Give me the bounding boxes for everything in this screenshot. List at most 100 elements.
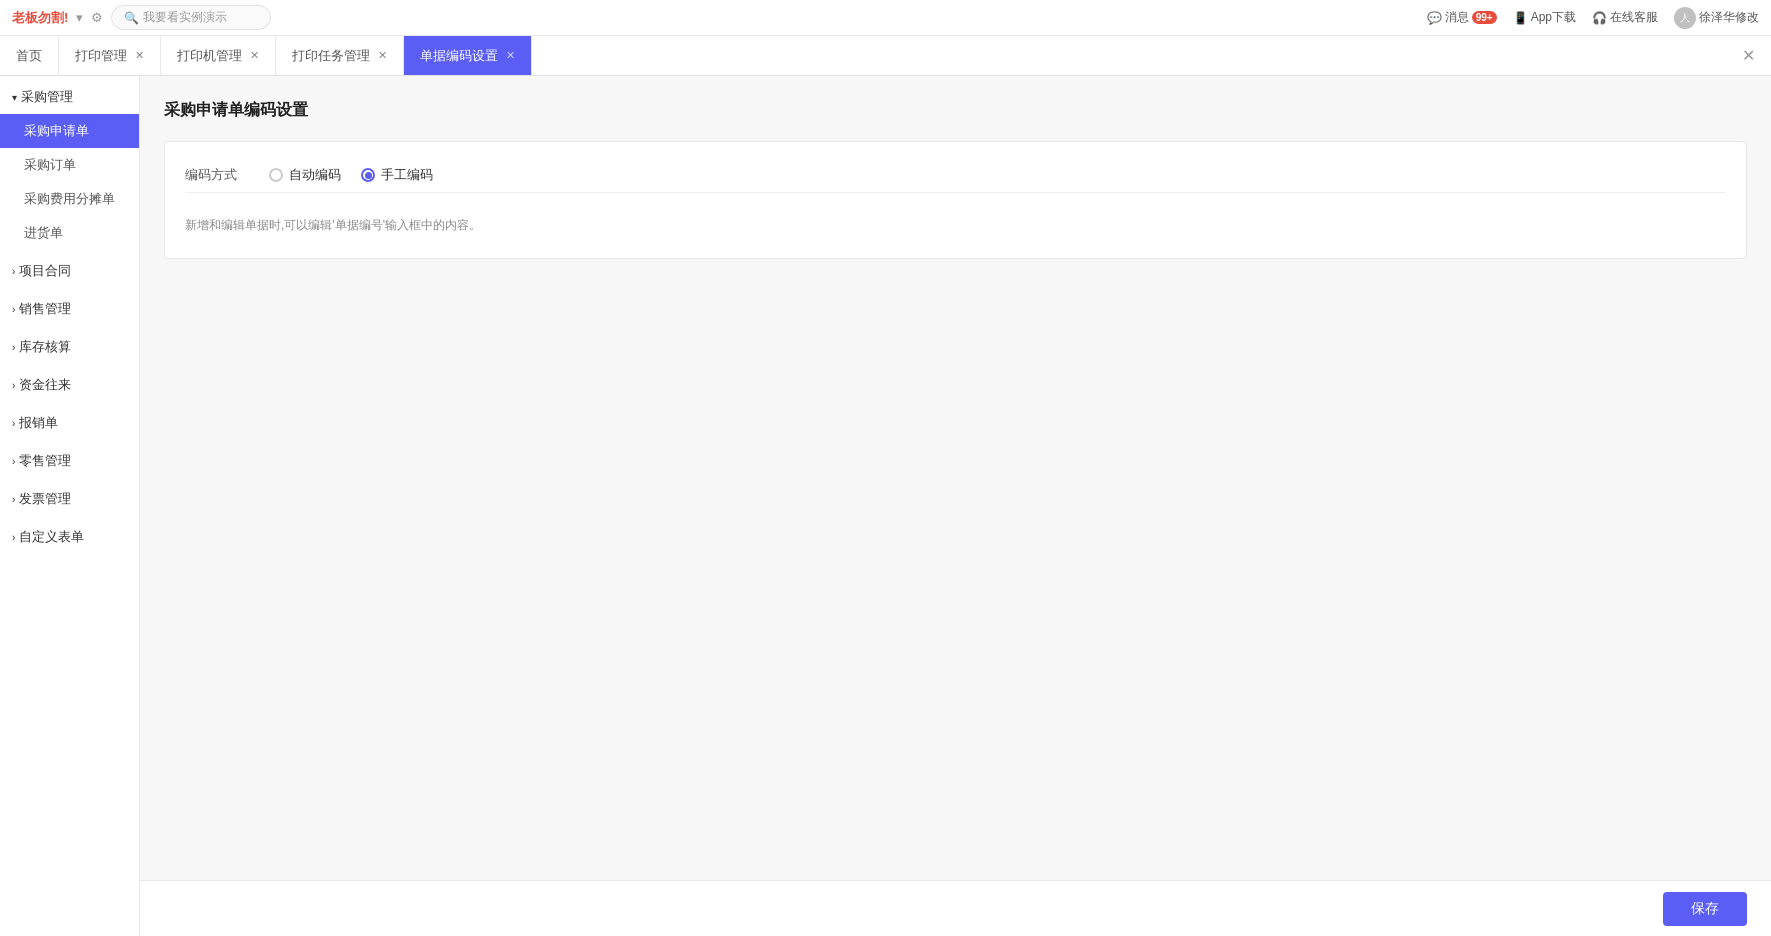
search-placeholder: 我要看实例演示 — [143, 9, 227, 26]
tab-print-task-mgmt-label: 打印任务管理 — [292, 47, 370, 65]
sidebar-group-purchase-title[interactable]: ▾ 采购管理 — [0, 80, 139, 114]
sidebar-group-expense-report: › 报销单 — [0, 406, 139, 440]
sidebar-group-capital: › 资金往来 — [0, 368, 139, 402]
tab-print-task-mgmt-close[interactable]: ✕ — [378, 49, 387, 62]
sidebar-item-purchase-expense[interactable]: 采购费用分摊单 — [0, 182, 139, 216]
tab-print-mgmt-close[interactable]: ✕ — [135, 49, 144, 62]
app-download-item[interactable]: 📱 App下载 — [1513, 9, 1576, 26]
sidebar-group-invoice: › 发票管理 — [0, 482, 139, 516]
app-icon: 📱 — [1513, 11, 1528, 25]
top-bar-left: 老板勿割! ▾ ⚙ 🔍 我要看实例演示 — [12, 5, 271, 30]
sidebar-group-retail-label: 零售管理 — [19, 452, 71, 470]
top-bar-right: 💬 消息 99+ 📱 App下载 🎧 在线客服 人 徐泽华修改 — [1427, 7, 1759, 29]
dropdown-icon[interactable]: ▾ — [76, 10, 83, 25]
settings-icon[interactable]: ⚙ — [91, 10, 103, 25]
tab-printer-mgmt-label: 打印机管理 — [177, 47, 242, 65]
tab-home-label: 首页 — [16, 47, 42, 65]
chevron-right-icon-invoice: › — [12, 494, 15, 505]
tab-home[interactable]: 首页 — [0, 36, 59, 75]
user-item[interactable]: 人 徐泽华修改 — [1674, 7, 1759, 29]
tab-print-task-mgmt[interactable]: 打印任务管理 ✕ — [276, 36, 404, 75]
chevron-right-icon-custom: › — [12, 532, 15, 543]
sidebar-item-stock-in-label: 进货单 — [24, 225, 63, 240]
sidebar-item-purchase-request[interactable]: 采购申请单 — [0, 114, 139, 148]
tab-printer-mgmt-close[interactable]: ✕ — [250, 49, 259, 62]
sidebar-item-purchase-order-label: 采购订单 — [24, 157, 76, 172]
sidebar-group-capital-label: 资金往来 — [19, 376, 71, 394]
sidebar-item-purchase-order[interactable]: 采购订单 — [0, 148, 139, 182]
sidebar-item-stock-in[interactable]: 进货单 — [0, 216, 139, 250]
headset-icon: 🎧 — [1592, 11, 1607, 25]
logo-text: 老板勿割! — [12, 9, 68, 27]
sidebar-group-expense-report-label: 报销单 — [19, 414, 58, 432]
radio-manual[interactable]: 手工编码 — [361, 166, 433, 184]
chevron-right-icon-expense: › — [12, 418, 15, 429]
tab-bar: 首页 打印管理 ✕ 打印机管理 ✕ 打印任务管理 ✕ 单据编码设置 ✕ ✕ — [0, 36, 1771, 76]
sidebar-group-sales-label: 销售管理 — [19, 300, 71, 318]
sidebar-group-invoice-label: 发票管理 — [19, 490, 71, 508]
tab-doc-code-setting-label: 单据编码设置 — [420, 47, 498, 65]
chevron-right-icon-inventory: › — [12, 342, 15, 353]
message-label: 消息 — [1445, 9, 1469, 26]
top-bar: 老板勿割! ▾ ⚙ 🔍 我要看实例演示 💬 消息 99+ 📱 App下载 🎧 在… — [0, 0, 1771, 36]
sidebar-group-custom-forms-label: 自定义表单 — [19, 528, 84, 546]
search-icon: 🔍 — [124, 11, 139, 25]
message-badge: 99+ — [1472, 11, 1497, 24]
sidebar-group-invoice-title[interactable]: › 发票管理 — [0, 482, 139, 516]
sidebar-group-sales-title[interactable]: › 销售管理 — [0, 292, 139, 326]
sidebar-group-purchase-label: 采购管理 — [21, 88, 73, 106]
radio-auto[interactable]: 自动编码 — [269, 166, 341, 184]
save-button[interactable]: 保存 — [1663, 892, 1747, 926]
page-title: 采购申请单编码设置 — [164, 100, 1747, 121]
encoding-row: 编码方式 自动编码 手工编码 — [185, 158, 1726, 193]
radio-manual-circle — [361, 168, 375, 182]
main-layout: ▾ 采购管理 采购申请单 采购订单 采购费用分摊单 进货单 › 项目合同 — [0, 76, 1771, 936]
sidebar-item-purchase-request-label: 采购申请单 — [24, 123, 89, 138]
chevron-right-icon: › — [12, 266, 15, 277]
chevron-right-icon-capital: › — [12, 380, 15, 391]
radio-group: 自动编码 手工编码 — [269, 166, 433, 184]
content-area: 采购申请单编码设置 编码方式 自动编码 手工编码 — [140, 76, 1771, 936]
sidebar-group-retail: › 零售管理 — [0, 444, 139, 478]
online-service-item[interactable]: 🎧 在线客服 — [1592, 9, 1658, 26]
chevron-down-icon: ▾ — [12, 92, 17, 103]
tab-doc-code-setting-close[interactable]: ✕ — [506, 49, 515, 62]
sidebar-group-purchase: ▾ 采购管理 采购申请单 采购订单 采购费用分摊单 进货单 — [0, 80, 139, 250]
radio-auto-circle — [269, 168, 283, 182]
hint-text: 新增和编辑单据时,可以编辑'单据编号'输入框中的内容。 — [185, 209, 1726, 242]
tab-print-mgmt-label: 打印管理 — [75, 47, 127, 65]
encoding-section: 编码方式 自动编码 手工编码 新增和编辑单据时,可以编辑'单据编号'输入框中的内… — [164, 141, 1747, 259]
message-icon: 💬 — [1427, 11, 1442, 25]
sidebar-group-project: › 项目合同 — [0, 254, 139, 288]
sidebar: ▾ 采购管理 采购申请单 采购订单 采购费用分摊单 进货单 › 项目合同 — [0, 76, 140, 936]
global-close-button[interactable]: ✕ — [1734, 46, 1763, 65]
search-bar[interactable]: 🔍 我要看实例演示 — [111, 5, 271, 30]
sidebar-group-project-label: 项目合同 — [19, 262, 71, 280]
avatar: 人 — [1674, 7, 1696, 29]
sidebar-item-purchase-expense-label: 采购费用分摊单 — [24, 191, 115, 206]
user-name: 徐泽华修改 — [1699, 9, 1759, 26]
footer-bar: 保存 — [140, 880, 1771, 936]
online-service-label: 在线客服 — [1610, 9, 1658, 26]
encoding-label: 编码方式 — [185, 166, 245, 184]
message-item[interactable]: 💬 消息 99+ — [1427, 9, 1497, 26]
sidebar-group-expense-report-title[interactable]: › 报销单 — [0, 406, 139, 440]
sidebar-group-custom-forms: › 自定义表单 — [0, 520, 139, 554]
page-content: 采购申请单编码设置 编码方式 自动编码 手工编码 — [140, 76, 1771, 880]
app-download-label: App下载 — [1531, 9, 1576, 26]
chevron-right-icon-sales: › — [12, 304, 15, 315]
radio-auto-label: 自动编码 — [289, 166, 341, 184]
sidebar-group-sales: › 销售管理 — [0, 292, 139, 326]
sidebar-group-retail-title[interactable]: › 零售管理 — [0, 444, 139, 478]
tab-bar-spacer: ✕ — [532, 36, 1771, 75]
sidebar-group-custom-forms-title[interactable]: › 自定义表单 — [0, 520, 139, 554]
sidebar-group-inventory-title[interactable]: › 库存核算 — [0, 330, 139, 364]
sidebar-group-project-title[interactable]: › 项目合同 — [0, 254, 139, 288]
sidebar-group-inventory: › 库存核算 — [0, 330, 139, 364]
radio-manual-label: 手工编码 — [381, 166, 433, 184]
tab-doc-code-setting[interactable]: 单据编码设置 ✕ — [404, 36, 532, 75]
tab-print-mgmt[interactable]: 打印管理 ✕ — [59, 36, 161, 75]
tab-printer-mgmt[interactable]: 打印机管理 ✕ — [161, 36, 276, 75]
sidebar-group-inventory-label: 库存核算 — [19, 338, 71, 356]
sidebar-group-capital-title[interactable]: › 资金往来 — [0, 368, 139, 402]
